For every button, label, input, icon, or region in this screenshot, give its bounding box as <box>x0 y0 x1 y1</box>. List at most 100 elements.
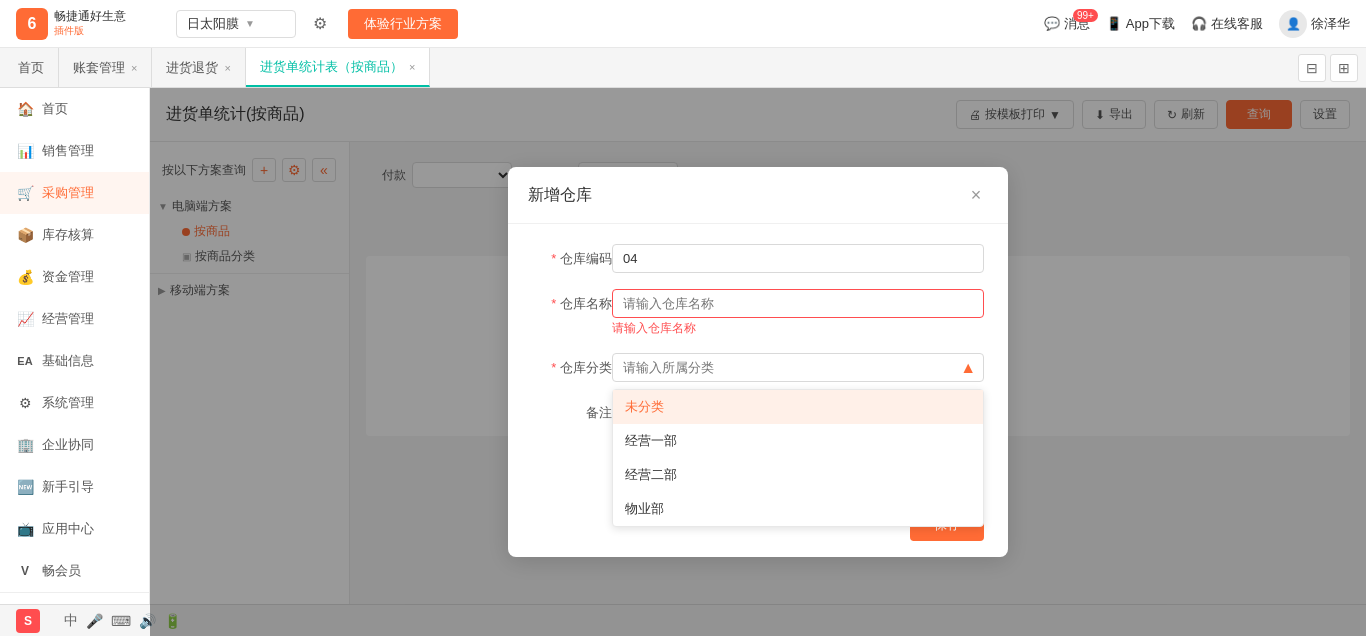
app-download-label: App下载 <box>1126 15 1175 33</box>
dialog-body: * 仓库编码 * 仓库名称 <box>508 224 1008 497</box>
sidebar-purchase-label: 采购管理 <box>42 184 94 202</box>
user-item[interactable]: 👤 徐泽华 <box>1279 10 1350 38</box>
sidebar-item-purchase[interactable]: 🛒 采购管理 <box>0 172 149 214</box>
tab-bar-minimize[interactable]: ⊟ <box>1298 54 1326 82</box>
user-avatar: 👤 <box>1279 10 1307 38</box>
store-selector-arrow: ▼ <box>245 18 255 29</box>
header-right: 💬 消息 99+ 📱 App下载 🎧 在线客服 👤 徐泽华 <box>1044 10 1350 38</box>
message-icon: 💬 <box>1044 16 1060 31</box>
category-field: ▲ 未分类 经营一部 经营二部 物业部 <box>612 353 984 382</box>
trial-button[interactable]: 体验行业方案 <box>348 9 458 39</box>
tab-home[interactable]: 首页 <box>4 48 59 87</box>
name-label: * 仓库名称 <box>532 289 612 313</box>
sidebar-item-basic[interactable]: EA 基础信息 <box>0 340 149 382</box>
tab-purchase-return-close[interactable]: × <box>224 62 230 74</box>
store-name: 日太阳膜 <box>187 15 239 33</box>
home-icon: 🏠 <box>16 100 34 118</box>
name-input[interactable] <box>612 289 984 318</box>
tab-accounts-label: 账套管理 <box>73 59 125 77</box>
tab-bar-actions: ⊟ ⊞ <box>1298 48 1366 87</box>
sidebar-item-sales[interactable]: 📊 销售管理 <box>0 130 149 172</box>
sidebar-home-label: 首页 <box>42 100 68 118</box>
dialog-close-btn[interactable]: × <box>964 183 988 207</box>
category-label: * 仓库分类 <box>532 353 612 377</box>
notes-label: 备注 <box>532 398 612 422</box>
sidebar-item-vip[interactable]: V 畅会员 <box>0 550 149 592</box>
tab-accounts[interactable]: 账套管理 × <box>59 48 152 87</box>
message-item[interactable]: 💬 消息 99+ <box>1044 15 1090 33</box>
s-icon: S <box>16 609 40 633</box>
online-service-item[interactable]: 🎧 在线客服 <box>1191 15 1263 33</box>
system-icon: ⚙ <box>16 394 34 412</box>
appcenter-icon: 📺 <box>16 520 34 538</box>
sidebar-operations-label: 经营管理 <box>42 310 94 328</box>
inventory-icon: 📦 <box>16 226 34 244</box>
tab-purchase-return[interactable]: 进货退货 × <box>152 48 245 87</box>
bottom-logo: S <box>16 609 40 633</box>
sidebar-item-operations[interactable]: 📈 经营管理 <box>0 298 149 340</box>
main-layout: 🏠 首页 📊 销售管理 🛒 采购管理 📦 库存核算 💰 资金管理 📈 经营管理 … <box>0 88 1366 636</box>
category-dropdown: 未分类 经营一部 经营二部 物业部 <box>612 389 984 527</box>
operations-icon: 📈 <box>16 310 34 328</box>
tab-home-label: 首页 <box>18 59 44 77</box>
phone-icon: 📱 <box>1106 16 1122 31</box>
sidebar-item-home[interactable]: 🏠 首页 <box>0 88 149 130</box>
purchase-icon: 🛒 <box>16 184 34 202</box>
category-required: * <box>551 360 556 375</box>
logo-text-block: 畅捷通好生意 插件版 <box>54 9 126 39</box>
message-badge: 99+ <box>1073 9 1098 22</box>
logo-area: 6 畅捷通好生意 插件版 <box>16 8 166 40</box>
sidebar-item-finance[interactable]: 💰 资金管理 <box>0 256 149 298</box>
sidebar-system-label: 系统管理 <box>42 394 94 412</box>
dropdown-item-uncategorized[interactable]: 未分类 <box>613 390 983 424</box>
vip-icon: V <box>16 562 34 580</box>
tab-purchase-stats-label: 进货单统计表（按商品） <box>260 58 403 76</box>
name-required: * <box>551 296 556 311</box>
tab-purchase-stats[interactable]: 进货单统计表（按商品） × <box>246 48 430 87</box>
app-logo-icon: 6 <box>16 8 48 40</box>
store-selector[interactable]: 日太阳膜 ▼ <box>176 10 296 38</box>
category-input-wrapper: ▲ <box>612 353 984 382</box>
sidebar-item-newbie[interactable]: 🆕 新手引导 <box>0 466 149 508</box>
bottom-keyboard-icon[interactable]: ⌨ <box>111 613 131 629</box>
dropdown-item-dept1[interactable]: 经营一部 <box>613 424 983 458</box>
name-field: 请输入仓库名称 <box>612 289 984 337</box>
top-header: 6 畅捷通好生意 插件版 日太阳膜 ▼ ⚙ 体验行业方案 💬 消息 99+ 📱 … <box>0 0 1366 48</box>
sidebar-item-enterprise[interactable]: 🏢 企业协同 <box>0 424 149 466</box>
sidebar-item-appcenter[interactable]: 📺 应用中心 <box>0 508 149 550</box>
sidebar-vip-label: 畅会员 <box>42 562 81 580</box>
gear-icon: ⚙ <box>313 14 327 33</box>
code-input[interactable] <box>612 244 984 273</box>
dialog-title: 新增仓库 <box>528 185 592 206</box>
dropdown-item-dept2[interactable]: 经营二部 <box>613 458 983 492</box>
new-warehouse-dialog: 新增仓库 × * 仓库编码 <box>508 167 1008 557</box>
headset-icon: 🎧 <box>1191 16 1207 31</box>
sidebar-appcenter-label: 应用中心 <box>42 520 94 538</box>
category-input[interactable] <box>612 353 984 382</box>
basic-icon: EA <box>16 352 34 370</box>
tab-bar-fullscreen[interactable]: ⊞ <box>1330 54 1358 82</box>
tab-accounts-close[interactable]: × <box>131 62 137 74</box>
sidebar-item-system[interactable]: ⚙ 系统管理 <box>0 382 149 424</box>
category-arrow-icon[interactable]: ▲ <box>960 359 976 377</box>
dialog-header: 新增仓库 × <box>508 167 1008 224</box>
sidebar-finance-label: 资金管理 <box>42 268 94 286</box>
bottom-mic-icon[interactable]: 🎤 <box>86 613 103 629</box>
sidebar-basic-label: 基础信息 <box>42 352 94 370</box>
enterprise-icon: 🏢 <box>16 436 34 454</box>
name-form-row: * 仓库名称 请输入仓库名称 <box>532 289 984 337</box>
app-name: 畅捷通好生意 <box>54 9 126 25</box>
dropdown-item-dept3[interactable]: 物业部 <box>613 492 983 526</box>
sidebar-sales-label: 销售管理 <box>42 142 94 160</box>
bottom-chinese-icon[interactable]: 中 <box>64 612 78 630</box>
gear-button[interactable]: ⚙ <box>304 8 336 40</box>
sidebar-item-inventory[interactable]: 📦 库存核算 <box>0 214 149 256</box>
category-form-row: * 仓库分类 ▲ 未分类 经营一部 经 <box>532 353 984 382</box>
tab-purchase-stats-close[interactable]: × <box>409 61 415 73</box>
sales-icon: 📊 <box>16 142 34 160</box>
code-form-row: * 仓库编码 <box>532 244 984 273</box>
tab-purchase-return-label: 进货退货 <box>166 59 218 77</box>
app-download-item[interactable]: 📱 App下载 <box>1106 15 1175 33</box>
dialog-overlay: 新增仓库 × * 仓库编码 <box>150 88 1366 636</box>
code-field <box>612 244 984 273</box>
